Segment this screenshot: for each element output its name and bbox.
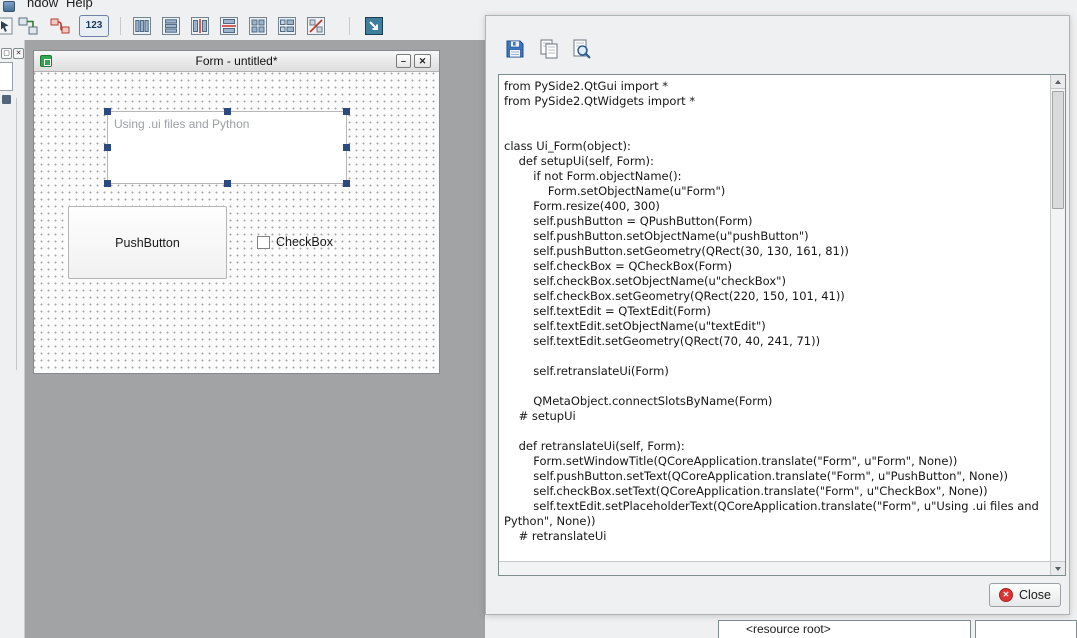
save-icon[interactable]	[504, 38, 526, 60]
break-layout-icon[interactable]	[305, 15, 327, 37]
dock-close-button[interactable]: ✕	[13, 48, 24, 59]
vertical-scrollbar[interactable]	[1050, 75, 1065, 575]
checkbox-widget[interactable]: CheckBox	[257, 235, 333, 249]
selection-handle[interactable]	[104, 180, 111, 187]
checkbox-indicator[interactable]	[257, 236, 270, 249]
layout-vertically-splitter-icon[interactable]	[218, 15, 240, 37]
close-button-label: Close	[1019, 588, 1051, 602]
horizontal-scrollbar[interactable]	[499, 561, 1050, 575]
pushbutton-widget[interactable]: PushButton	[68, 206, 227, 279]
widget-box-dock: ▢ ✕	[0, 40, 25, 638]
textedit-placeholder: Using .ui files and Python	[114, 117, 249, 131]
selection-handle[interactable]	[343, 144, 350, 151]
form-canvas[interactable]: Using .ui files and Python PushButton Ch…	[34, 72, 439, 373]
code-editor[interactable]: from PySide2.QtGui import * from PySide2…	[498, 74, 1066, 576]
resource-root-item[interactable]: <resource root>	[718, 620, 971, 638]
layout-horizontally-splitter-icon[interactable]	[189, 15, 211, 37]
close-button[interactable]: ✕ Close	[989, 583, 1061, 607]
selection-handle[interactable]	[224, 108, 231, 115]
layout-grid-icon[interactable]	[247, 15, 269, 37]
close-circle-icon: ✕	[999, 588, 1013, 602]
python-code-dialog: from PySide2.QtGui import * from PySide2…	[485, 15, 1070, 615]
toolbar-separator	[120, 17, 121, 35]
menubar: ndow Help	[0, 0, 1077, 13]
copy-icon[interactable]	[538, 38, 560, 60]
widget-category-icon	[2, 95, 11, 104]
edit-widgets-icon[interactable]	[0, 15, 15, 37]
dock-scrollbar[interactable]	[16, 98, 17, 370]
form-window-titlebar[interactable]: Form - untitled* – ✕	[34, 51, 439, 72]
resource-side-panel[interactable]	[975, 620, 1077, 638]
dock-float-button[interactable]: ▢	[1, 48, 12, 59]
widget-filter-input[interactable]	[0, 62, 13, 91]
textedit-widget[interactable]: Using .ui files and Python	[107, 111, 347, 184]
form-close-button[interactable]: ✕	[414, 54, 431, 68]
scrollbar-thumb[interactable]	[1052, 91, 1064, 209]
edit-buddies-icon[interactable]	[49, 15, 71, 37]
toolbar-separator	[349, 17, 350, 35]
menu-help[interactable]: Help	[66, 0, 93, 11]
selection-handle[interactable]	[224, 180, 231, 187]
checkbox-label: CheckBox	[276, 235, 333, 249]
edit-signals-slots-icon[interactable]	[17, 15, 39, 37]
form-minimize-button[interactable]: –	[396, 54, 411, 68]
selection-handle[interactable]	[104, 108, 111, 115]
layout-horizontally-icon[interactable]	[131, 15, 153, 37]
layout-form-icon[interactable]	[276, 15, 298, 37]
form-designer-window: Form - untitled* – ✕ Using .ui files and…	[33, 50, 440, 374]
find-icon[interactable]	[570, 38, 592, 60]
code-text: from PySide2.QtGui import * from PySide2…	[499, 75, 1050, 548]
adjust-size-icon[interactable]	[363, 15, 385, 37]
form-toolbar: 123	[0, 13, 485, 40]
qt-designer-app: ndow Help 123	[0, 0, 1077, 638]
selection-handle[interactable]	[343, 180, 350, 187]
scroll-down-icon[interactable]	[1051, 561, 1065, 575]
scroll-up-icon[interactable]	[1051, 75, 1065, 89]
selection-handle[interactable]	[104, 144, 111, 151]
edit-tab-order-icon[interactable]: 123	[79, 15, 109, 37]
form-window-title: Form - untitled*	[34, 54, 439, 68]
menu-icon	[3, 1, 15, 12]
selection-handle[interactable]	[343, 108, 350, 115]
layout-vertically-icon[interactable]	[160, 15, 182, 37]
menu-window[interactable]: ndow	[27, 0, 58, 11]
